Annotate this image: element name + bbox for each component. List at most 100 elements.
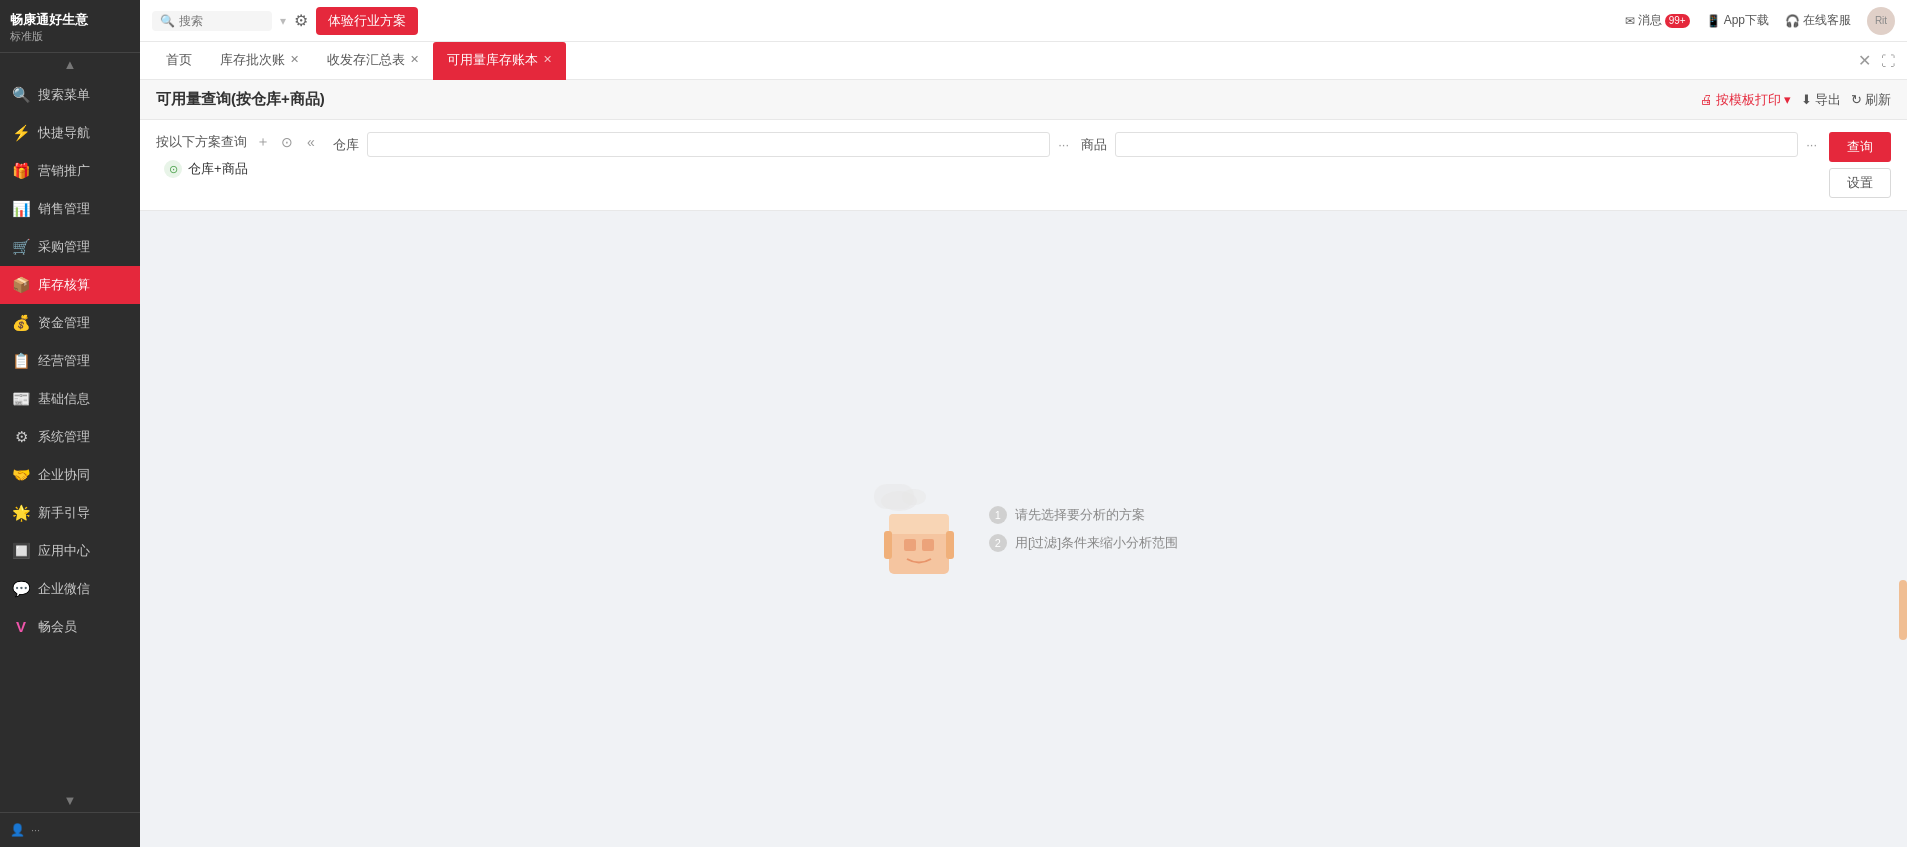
tab-home-label: 首页: [166, 51, 192, 69]
add-scheme-button[interactable]: ＋: [253, 132, 273, 152]
tab-close-icon[interactable]: ✕: [410, 53, 419, 66]
sidebar-item-purchase[interactable]: 🛒 采购管理: [0, 228, 140, 266]
warehouse-more-button[interactable]: ···: [1058, 137, 1069, 152]
app-center-icon: 🔲: [12, 542, 30, 560]
sidebar-item-operation[interactable]: 📋 经营管理: [0, 342, 140, 380]
chevron-down-icon: ▾: [280, 14, 286, 28]
sidebar-item-member[interactable]: V 畅会员: [0, 608, 140, 646]
sidebar-item-label: 营销推广: [38, 162, 90, 180]
search-input[interactable]: [179, 14, 259, 28]
message-button[interactable]: ✉ 消息 99+: [1625, 12, 1690, 29]
sidebar-bottom-settings[interactable]: 👤 ···: [0, 812, 140, 847]
filter-warehouse-row: 仓库 ···: [333, 132, 1069, 157]
sidebar-item-quick-nav[interactable]: ⚡ 快捷导航: [0, 114, 140, 152]
brand-name: 畅康通好生意: [10, 12, 130, 29]
sidebar-item-system[interactable]: ⚙ 系统管理: [0, 418, 140, 456]
tab-expand-button[interactable]: ⛶: [1881, 53, 1895, 69]
online-service-button[interactable]: 🎧 在线客服: [1785, 12, 1851, 29]
filter-warehouse-field: 仓库 ···: [333, 132, 1069, 157]
sidebar-item-marketing[interactable]: 🎁 营销推广: [0, 152, 140, 190]
hint-text-1: 请先选择要分析的方案: [1015, 506, 1145, 524]
tab-receipt-summary[interactable]: 收发存汇总表 ✕: [313, 42, 433, 80]
topbar-right: ✉ 消息 99+ 📱 App下载 🎧 在线客服 Rit: [1625, 7, 1895, 35]
export-button[interactable]: ⬇ 导出: [1801, 91, 1841, 109]
sidebar-item-label: 新手引导: [38, 504, 90, 522]
svg-rect-4: [904, 539, 916, 551]
sidebar-item-onboard[interactable]: 🌟 新手引导: [0, 494, 140, 532]
app-download-button[interactable]: 📱 App下载: [1706, 12, 1769, 29]
printer-icon: 🖨: [1700, 92, 1713, 107]
filter-scheme: 按以下方案查询 ＋ ⊙ « ⊙ 仓库+商品: [156, 132, 321, 182]
sidebar-scroll-down[interactable]: ▼: [0, 789, 140, 812]
filter-scheme-actions: ＋ ⊙ «: [253, 132, 321, 152]
refresh-button[interactable]: ↻ 刷新: [1851, 91, 1891, 109]
svg-rect-2: [884, 531, 892, 559]
empty-state: 1 请先选择要分析的方案 2 用[过滤]条件来缩小分析范围: [140, 211, 1907, 847]
tab-home[interactable]: 首页: [152, 42, 206, 80]
tab-available-ledger[interactable]: 可用量库存账本 ✕: [433, 42, 566, 80]
sidebar-item-sales[interactable]: 📊 销售管理: [0, 190, 140, 228]
goods-label: 商品: [1081, 136, 1107, 154]
template-print-button[interactable]: 🖨 按模板打印 ▾: [1700, 91, 1791, 109]
filter-goods-field: 商品 ···: [1081, 132, 1817, 157]
refresh-icon: ↻: [1851, 92, 1862, 107]
avatar-text: Rit: [1875, 15, 1887, 26]
marketing-icon: 🎁: [12, 162, 30, 180]
sidebar-scroll-up[interactable]: ▲: [0, 53, 140, 76]
scheme-item-label: 仓库+商品: [188, 160, 248, 178]
sidebar: 畅康通好生意 标准版 ▲ 🔍 搜索菜单 ⚡ 快捷导航 🎁 营销推广 📊 销售管理…: [0, 0, 140, 847]
settings-icon: 👤: [10, 823, 25, 837]
sidebar-item-label: 快捷导航: [38, 124, 90, 142]
tab-close-icon[interactable]: ✕: [543, 53, 552, 66]
sidebar-item-label: 资金管理: [38, 314, 90, 332]
enterprise-icon: 🤝: [12, 466, 30, 484]
mobile-icon: 📱: [1706, 14, 1721, 28]
sidebar-item-search[interactable]: 🔍 搜索菜单: [0, 76, 140, 114]
goods-input[interactable]: [1115, 132, 1798, 157]
warehouse-input[interactable]: [367, 132, 1050, 157]
tab-close-all-button[interactable]: ✕: [1854, 51, 1875, 70]
scheme-warehouse-goods[interactable]: ⊙ 仓库+商品: [156, 156, 321, 182]
search-box[interactable]: 🔍: [152, 11, 272, 31]
goods-more-button[interactable]: ···: [1806, 137, 1817, 152]
sidebar-item-label: 基础信息: [38, 390, 90, 408]
sidebar-item-wechat[interactable]: 💬 企业微信: [0, 570, 140, 608]
sidebar-item-label: 库存核算: [38, 276, 90, 294]
svg-rect-0: [889, 529, 949, 574]
cloud-decoration: [874, 484, 914, 509]
tabs-bar: 首页 库存批次账 ✕ 收发存汇总表 ✕ 可用量库存账本 ✕ ✕ ⛶: [140, 42, 1907, 80]
edition-label: 标准版: [10, 29, 130, 44]
tab-batch-account[interactable]: 库存批次账 ✕: [206, 42, 313, 80]
settings-button[interactable]: 设置: [1829, 168, 1891, 198]
sidebar-item-inventory[interactable]: 📦 库存核算: [0, 266, 140, 304]
page-actions: 🖨 按模板打印 ▾ ⬇ 导出 ↻ 刷新: [1700, 91, 1891, 109]
hint-text-2: 用[过滤]条件来缩小分析范围: [1015, 534, 1178, 552]
right-scrollbar[interactable]: [1899, 580, 1907, 640]
settings-scheme-button[interactable]: ⊙: [277, 132, 297, 152]
avatar[interactable]: Rit: [1867, 7, 1895, 35]
empty-illustration: [869, 479, 969, 579]
sidebar-item-basic[interactable]: 📰 基础信息: [0, 380, 140, 418]
sidebar-nav: 🔍 搜索菜单 ⚡ 快捷导航 🎁 营销推广 📊 销售管理 🛒 采购管理 📦 库存核…: [0, 76, 140, 789]
sidebar-item-label: 企业协同: [38, 466, 90, 484]
search-icon: 🔍: [12, 86, 30, 104]
hint-num-1: 1: [989, 506, 1007, 524]
sidebar-item-app-center[interactable]: 🔲 应用中心: [0, 532, 140, 570]
empty-hint-1: 1 请先选择要分析的方案: [989, 506, 1178, 524]
quick-nav-icon: ⚡: [12, 124, 30, 142]
svg-rect-5: [922, 539, 934, 551]
purchase-icon: 🛒: [12, 238, 30, 256]
member-icon: V: [12, 618, 30, 635]
scheme-icon: ⊙: [164, 160, 182, 178]
gear-icon[interactable]: ⚙: [294, 11, 308, 30]
collapse-button[interactable]: «: [301, 132, 321, 152]
topbar: 🔍 ▾ ⚙ 体验行业方案 ✉ 消息 99+ 📱 App下载 🎧 在线客服 Rit: [140, 0, 1907, 42]
trial-industry-button[interactable]: 体验行业方案: [316, 7, 418, 35]
sidebar-item-enterprise[interactable]: 🤝 企业协同: [0, 456, 140, 494]
filter-panel: 按以下方案查询 ＋ ⊙ « ⊙ 仓库+商品 仓库: [140, 120, 1907, 211]
sidebar-item-finance[interactable]: 💰 资金管理: [0, 304, 140, 342]
template-print-label: 按模板打印: [1716, 91, 1781, 109]
filter-scheme-label: 按以下方案查询: [156, 133, 247, 151]
tab-close-icon[interactable]: ✕: [290, 53, 299, 66]
query-button[interactable]: 查询: [1829, 132, 1891, 162]
